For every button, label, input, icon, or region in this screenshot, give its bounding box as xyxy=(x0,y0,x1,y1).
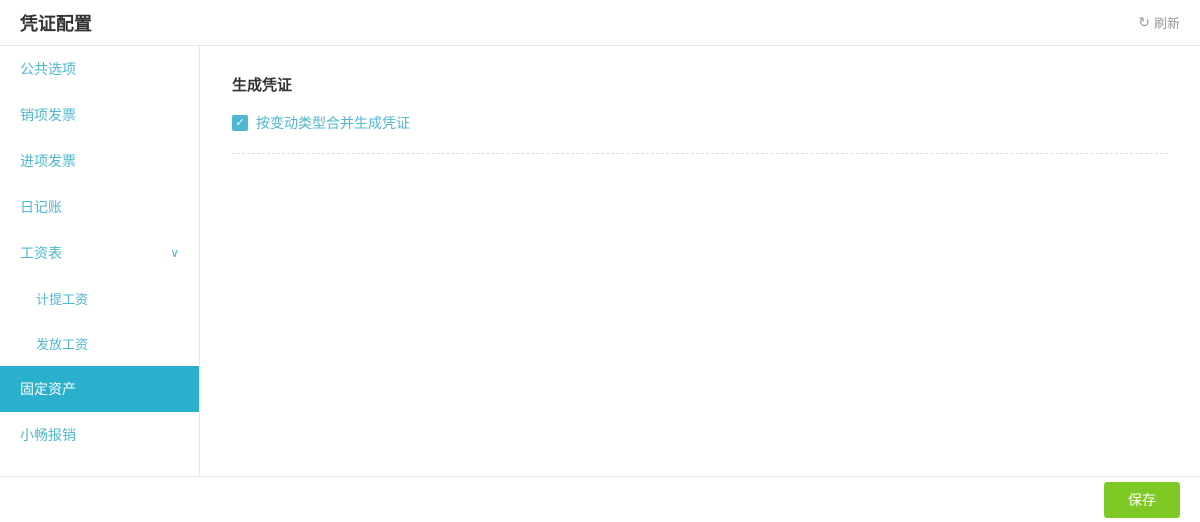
sidebar-item-label: 计提工资 xyxy=(36,289,88,308)
refresh-button[interactable]: ↻ 刷新 xyxy=(1138,13,1180,32)
chevron-down-icon: ∨ xyxy=(170,246,179,260)
checkmark-icon: ✓ xyxy=(235,118,244,129)
sidebar: 公共选项销项发票进项发票日记账工资表 ∨ 计提工资发放工资固定资产小畅报销 xyxy=(0,46,200,476)
section-divider xyxy=(232,153,1168,154)
sidebar-item-label: 公共选项 xyxy=(20,59,76,79)
sidebar-item-label: 小畅报销 xyxy=(20,425,76,445)
page-header: 凭证配置 ↻ 刷新 xyxy=(0,0,1200,46)
section-title: 生成凭证 xyxy=(232,74,1168,95)
page-footer: 保存 xyxy=(0,476,1200,522)
sidebar-item-payroll-table[interactable]: 工资表 ∨ xyxy=(0,230,199,276)
sidebar-item-petty-expense[interactable]: 小畅报销 xyxy=(0,412,199,458)
checkbox-label: 按变动类型合并生成凭证 xyxy=(256,113,410,133)
main-layout: 公共选项销项发票进项发票日记账工资表 ∨ 计提工资发放工资固定资产小畅报销 生成凭证… xyxy=(0,46,1200,476)
sidebar-item-calc-payroll[interactable]: 计提工资 xyxy=(0,276,199,321)
sidebar-item-label: 工资表 xyxy=(20,243,62,263)
sidebar-item-label: 发放工资 xyxy=(36,334,88,353)
main-content: 生成凭证 ✓ 按变动类型合并生成凭证 xyxy=(200,46,1200,476)
refresh-label: 刷新 xyxy=(1154,13,1180,32)
page-title: 凭证配置 xyxy=(20,10,92,36)
sidebar-item-label: 日记账 xyxy=(20,197,62,217)
sidebar-item-public-options[interactable]: 公共选项 xyxy=(0,46,199,92)
sidebar-item-sales-invoice[interactable]: 销项发票 xyxy=(0,92,199,138)
sidebar-item-purchase-invoice[interactable]: 进项发票 xyxy=(0,138,199,184)
checkbox-row[interactable]: ✓ 按变动类型合并生成凭证 xyxy=(232,113,1168,133)
sidebar-item-label: 进项发票 xyxy=(20,151,76,171)
sidebar-item-journal[interactable]: 日记账 xyxy=(0,184,199,230)
sidebar-item-fixed-assets[interactable]: 固定资产 xyxy=(0,366,199,412)
sidebar-item-label: 固定资产 xyxy=(20,379,76,399)
save-button[interactable]: 保存 xyxy=(1104,482,1180,518)
merge-checkbox[interactable]: ✓ xyxy=(232,115,248,131)
sidebar-item-label: 销项发票 xyxy=(20,105,76,125)
sidebar-item-pay-payroll[interactable]: 发放工资 xyxy=(0,321,199,366)
refresh-icon: ↻ xyxy=(1138,14,1150,31)
